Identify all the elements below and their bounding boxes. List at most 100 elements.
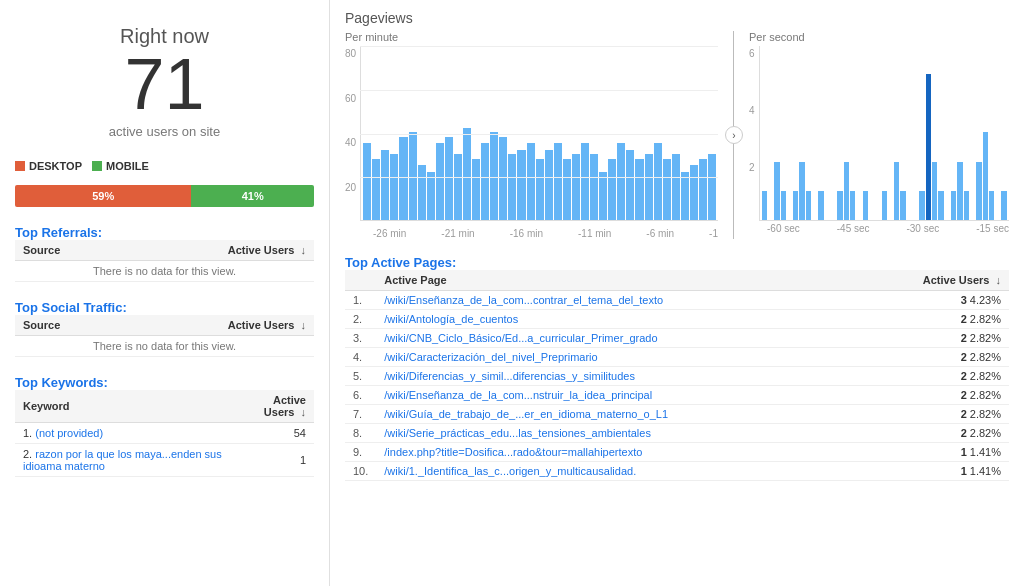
chart-bar: [645, 154, 653, 220]
chart-bar: [436, 143, 444, 220]
x-label-21: -21 min: [441, 228, 474, 239]
top-keywords-section: Top Keywords: Keyword Active Users ↓ 1. …: [15, 367, 314, 477]
chart-bar: [976, 162, 981, 220]
page-num: 7.: [345, 405, 376, 424]
page-users: 1 1.41%: [889, 462, 1009, 481]
chart-bar: [508, 154, 516, 220]
referrals-users-col: Active Users ↓: [123, 240, 314, 261]
chart-bar: [418, 165, 426, 220]
chart-bar: [837, 191, 842, 220]
page-num: 5.: [345, 367, 376, 386]
chart-bar: [681, 172, 689, 220]
page-link[interactable]: /index.php?title=Dosifica...rado&tour=ma…: [384, 446, 642, 458]
chart-bar: [427, 172, 435, 220]
page-num: 4.: [345, 348, 376, 367]
page-link[interactable]: /wiki/Antología_de_cuentos: [384, 313, 518, 325]
device-bar: 59% 41%: [15, 185, 314, 207]
keyword-num: 1. (not provided): [15, 423, 236, 444]
page-num: 1.: [345, 291, 376, 310]
chart-bar: [900, 191, 905, 220]
chart-bar: [490, 132, 498, 220]
chart-bar: [672, 154, 680, 220]
chart-bar: [527, 143, 535, 220]
page-link[interactable]: /wiki/1._Identifica_las_c...origen_y_mul…: [384, 465, 636, 477]
page-link-cell: /wiki/Diferencias_y_simil...diferencias_…: [376, 367, 889, 386]
left-x-axis: -26 min -21 min -16 min -11 min -6 min -…: [373, 228, 718, 239]
chart-bar: [964, 191, 969, 220]
keyword-link[interactable]: (not provided): [35, 427, 103, 439]
keyword-row: 2. razon por la que los maya...enden sus…: [15, 444, 314, 477]
page-row: 7. /wiki/Guía_de_trabajo_de_...er_en_idi…: [345, 405, 1009, 424]
social-no-data: There is no data for this view.: [15, 336, 314, 357]
pages-num-col: [345, 270, 376, 291]
social-no-data-row: There is no data for this view.: [15, 336, 314, 357]
top-social-title: Top Social Traffic:: [15, 300, 314, 315]
chart-bar: [654, 143, 662, 220]
page-link[interactable]: /wiki/Enseñanza_de_la_com...contrar_el_t…: [384, 294, 663, 306]
chart-bar: [882, 191, 887, 220]
y-label-60: 60: [345, 93, 356, 104]
social-table: Source Active Users ↓ There is no data f…: [15, 315, 314, 357]
chart-bar: [983, 132, 988, 220]
page-row: 3. /wiki/CNB_Ciclo_Básico/Ed...a_curricu…: [345, 329, 1009, 348]
chart-bar: [957, 162, 962, 220]
page-link[interactable]: /wiki/CNB_Ciclo_Básico/Ed...a_curricular…: [384, 332, 657, 344]
device-legend: DESKTOP MOBILE: [15, 160, 314, 172]
keyword-link[interactable]: razon por la que los maya...enden sus id…: [23, 448, 222, 472]
chart-bar: [581, 143, 589, 220]
chart-bar: [545, 150, 553, 220]
top-active-pages-title: Top Active Pages:: [345, 255, 1009, 270]
chart-bar: [499, 137, 507, 220]
page-users: 3 4.23%: [889, 291, 1009, 310]
desktop-dot: [15, 161, 25, 171]
chart-bar: [472, 159, 480, 220]
top-referrals-section: Top Referrals: Source Active Users ↓ The…: [15, 217, 314, 282]
chart-bar: [635, 159, 643, 220]
top-keywords-title: Top Keywords:: [15, 375, 314, 390]
page-num: 2.: [345, 310, 376, 329]
page-link[interactable]: /wiki/Guía_de_trabajo_de_...er_en_idioma…: [384, 408, 668, 420]
page-link[interactable]: /wiki/Diferencias_y_simil...diferencias_…: [384, 370, 635, 382]
active-pages-table: Active Page Active Users ↓ 1. /wiki/Ense…: [345, 270, 1009, 481]
page-link[interactable]: /wiki/Serie_prácticas_edu...las_tensione…: [384, 427, 651, 439]
left-panel: Right now 71 active users on site DESKTO…: [0, 0, 330, 586]
x-label-15s: -15 sec: [976, 223, 1009, 234]
chart-bar: [572, 154, 580, 220]
page-users: 2 2.82%: [889, 424, 1009, 443]
page-users: 2 2.82%: [889, 405, 1009, 424]
chart-bar: [938, 191, 943, 220]
chart-bar: [399, 137, 407, 220]
page-link-cell: /wiki/Enseñanza_de_la_com...contrar_el_t…: [376, 291, 889, 310]
chart-bar: [863, 191, 868, 220]
page-link[interactable]: /wiki/Caracterización_del_nivel_Preprima…: [384, 351, 597, 363]
chart-arrow-button[interactable]: ›: [725, 126, 743, 144]
page-users: 2 2.82%: [889, 386, 1009, 405]
chart-bar: [608, 159, 616, 220]
page-row: 5. /wiki/Diferencias_y_simil...diferenci…: [345, 367, 1009, 386]
chart-bar: [554, 143, 562, 220]
chart-bar: [762, 191, 767, 220]
pages-sort-icon: ↓: [996, 274, 1002, 286]
per-second-chart: Per second 6 4 2 -60 sec: [734, 31, 1009, 239]
desktop-bar: 59%: [15, 185, 191, 207]
chart-bar: [363, 143, 371, 220]
per-minute-chart: Per minute 80 60 40 20: [345, 31, 734, 239]
chart-bar: [409, 132, 417, 220]
page-link-cell: /wiki/Antología_de_cuentos: [376, 310, 889, 329]
page-users: 2 2.82%: [889, 310, 1009, 329]
mobile-legend-label: MOBILE: [106, 160, 149, 172]
chart-bar: [781, 191, 786, 220]
keyword-users-col: Active Users ↓: [236, 390, 314, 423]
page-link[interactable]: /wiki/Enseñanza_de_la_com...nstruir_la_i…: [384, 389, 652, 401]
right-now-section: Right now 71 active users on site: [15, 15, 314, 144]
page-link-cell: /wiki/CNB_Ciclo_Básico/Ed...a_curricular…: [376, 329, 889, 348]
keyword-sort-icon: ↓: [301, 406, 307, 418]
social-source-col: Source: [15, 315, 123, 336]
keyword-col-header: Keyword: [15, 390, 236, 423]
chart-bar: [517, 150, 525, 220]
page-row: 1. /wiki/Enseñanza_de_la_com...contrar_e…: [345, 291, 1009, 310]
pages-users-col: Active Users ↓: [889, 270, 1009, 291]
chart-bar: [590, 154, 598, 220]
chart-bar: [445, 137, 453, 220]
chart-bar: [844, 162, 849, 220]
